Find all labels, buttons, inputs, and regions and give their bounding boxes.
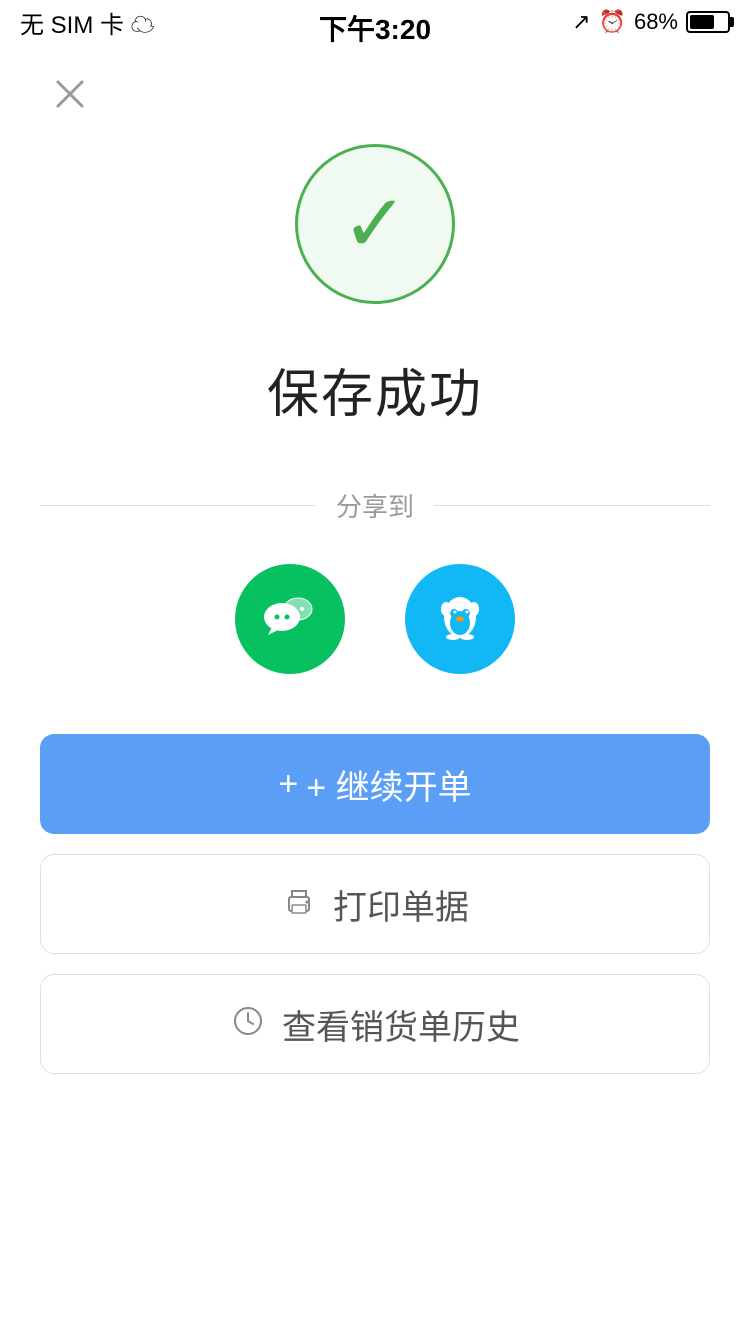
continue-order-button[interactable]: + + 继续开单	[40, 734, 710, 834]
success-title: 保存成功	[267, 352, 483, 427]
checkmark-icon: ✓	[341, 184, 408, 264]
status-bar: 无 SIM 卡 ☁ 下午3:20 ↗ ⏰ 68%	[0, 0, 750, 44]
close-button[interactable]	[40, 64, 100, 124]
no-sim-label: 无 SIM 卡 ☁	[20, 5, 155, 40]
clock-icon	[230, 1003, 266, 1045]
printer-icon	[281, 883, 317, 925]
alarm-icon: ⏰	[599, 9, 626, 35]
divider-left	[40, 505, 316, 506]
share-icons	[235, 564, 515, 674]
status-right: ↗ ⏰ 68%	[572, 9, 730, 35]
location-icon: ↗	[572, 9, 590, 35]
print-label: 打印单据	[333, 880, 469, 929]
share-label: 分享到	[336, 487, 414, 524]
battery-label: 68%	[634, 9, 678, 35]
share-divider: 分享到	[40, 487, 710, 524]
status-time: 下午3:20	[319, 8, 431, 48]
history-label: 查看销货单历史	[282, 1000, 520, 1049]
battery-icon	[686, 11, 730, 33]
plus-icon: +	[278, 767, 298, 801]
buttons-section: + + 继续开单 打印单据 查看销货单历史	[40, 734, 710, 1074]
success-circle: ✓	[295, 144, 455, 304]
status-left: 无 SIM 卡 ☁	[20, 5, 155, 40]
success-section: ✓ 保存成功	[267, 144, 483, 427]
divider-right	[434, 505, 710, 506]
wechat-share-button[interactable]	[235, 564, 345, 674]
history-button[interactable]: 查看销货单历史	[40, 974, 710, 1074]
close-icon	[52, 76, 88, 112]
continue-order-label: + 继续开单	[306, 760, 471, 809]
print-button[interactable]: 打印单据	[40, 854, 710, 954]
qq-share-button[interactable]	[405, 564, 515, 674]
wechat-icon	[258, 587, 322, 651]
main-content: ✓ 保存成功 分享到	[0, 44, 750, 1334]
qq-icon	[428, 587, 492, 651]
share-section: 分享到	[40, 487, 710, 674]
